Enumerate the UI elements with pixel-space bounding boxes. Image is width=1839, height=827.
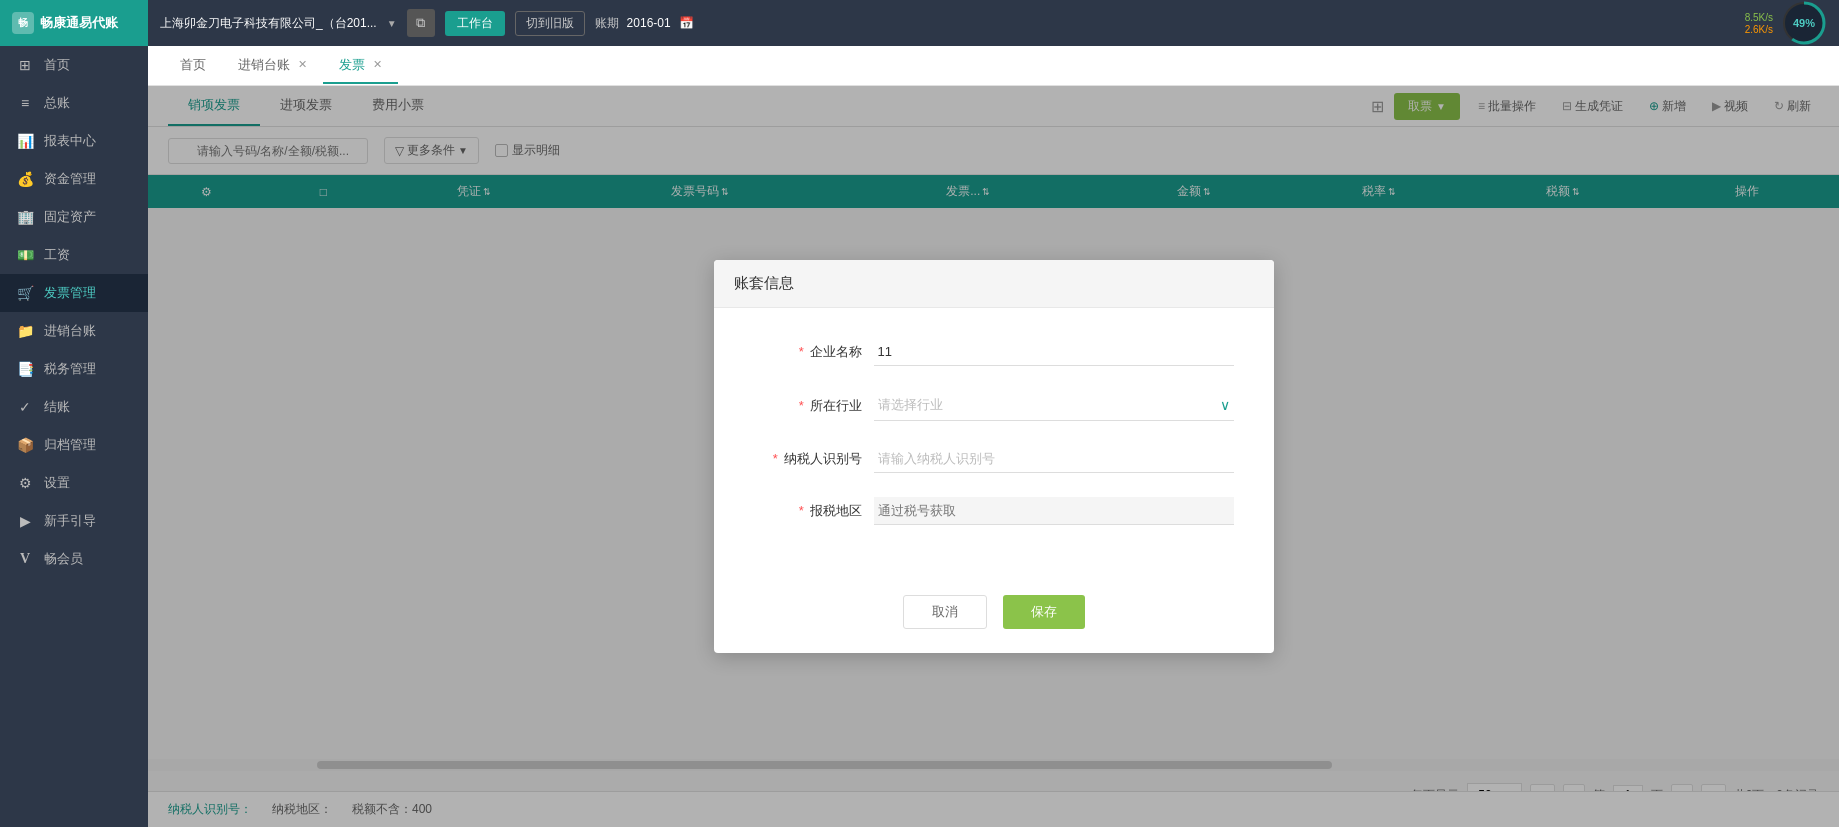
required-star-3: * bbox=[773, 451, 778, 466]
dropdown-arrow-icon[interactable]: ▼ bbox=[387, 18, 397, 29]
topbar-right: 8.5K/s 2.6K/s 49% bbox=[1745, 0, 1827, 46]
required-star-4: * bbox=[799, 503, 804, 518]
sidebar-item-home[interactable]: ⊞ 首页 bbox=[0, 46, 148, 84]
sidebar-item-label: 工资 bbox=[44, 246, 70, 264]
sidebar-item-invoices[interactable]: 🛒 发票管理 bbox=[0, 274, 148, 312]
tab-home[interactable]: 首页 bbox=[164, 48, 222, 84]
invoice-mgmt-icon: 🛒 bbox=[16, 284, 34, 302]
sidebar-item-label: 固定资产 bbox=[44, 208, 96, 226]
company-name-row: * 企业名称 bbox=[754, 338, 1234, 366]
main-area: 上海卯金刀电子科技有限公司_（台201... ▼ ⧉ 工作台 切到旧版 账期 2… bbox=[148, 0, 1839, 827]
tax-id-label: * 纳税人识别号 bbox=[754, 450, 874, 468]
assets-icon: 🏢 bbox=[16, 208, 34, 226]
speed-display: 8.5K/s 2.6K/s bbox=[1745, 12, 1773, 35]
save-button[interactable]: 保存 bbox=[1003, 595, 1085, 629]
speed-circle-widget: 49% bbox=[1781, 0, 1827, 46]
reports-icon: 📊 bbox=[16, 132, 34, 150]
app-logo: 畅 畅康通易代账 bbox=[0, 0, 148, 46]
sidebar-item-label: 首页 bbox=[44, 56, 70, 74]
industry-select-placeholder: 请选择行业 bbox=[878, 396, 1220, 414]
required-star: * bbox=[799, 344, 804, 359]
sidebar-item-reports[interactable]: 📊 报表中心 bbox=[0, 122, 148, 160]
sidebar-item-tax[interactable]: 📑 税务管理 bbox=[0, 350, 148, 388]
sidebar-item-guide[interactable]: ▶ 新手引导 bbox=[0, 502, 148, 540]
company-name: 上海卯金刀电子科技有限公司_（台201... bbox=[160, 15, 377, 32]
archive-icon: 📦 bbox=[16, 436, 34, 454]
sidebar-item-label: 结账 bbox=[44, 398, 70, 416]
tax-area-input bbox=[874, 497, 1234, 525]
guide-icon: ▶ bbox=[16, 512, 34, 530]
download-speed: 2.6K/s bbox=[1745, 24, 1773, 35]
tab-invoice-label: 发票 bbox=[339, 56, 365, 74]
tax-icon: 📑 bbox=[16, 360, 34, 378]
sidebar-item-settings[interactable]: ⚙ 设置 bbox=[0, 464, 148, 502]
required-star-2: * bbox=[799, 398, 804, 413]
sidebar-item-ledger[interactable]: ≡ 总账 bbox=[0, 84, 148, 122]
sidebar-item-archive[interactable]: 📦 归档管理 bbox=[0, 426, 148, 464]
tax-id-row: * 纳税人识别号 bbox=[754, 445, 1234, 473]
upload-speed: 8.5K/s bbox=[1745, 12, 1773, 23]
sidebar-item-salary[interactable]: 💵 工资 bbox=[0, 236, 148, 274]
company-name-input[interactable] bbox=[874, 338, 1234, 366]
app-name: 畅康通易代账 bbox=[40, 14, 118, 32]
speed-percent: 49% bbox=[1793, 17, 1815, 29]
tax-area-row: * 报税地区 bbox=[754, 497, 1234, 525]
modal-overlay: 账套信息 * 企业名称 * 所在行 bbox=[148, 86, 1839, 827]
tab-purchase-sales[interactable]: 进销台账 ✕ bbox=[222, 48, 323, 84]
funds-icon: 💰 bbox=[16, 170, 34, 188]
cancel-button[interactable]: 取消 bbox=[903, 595, 987, 629]
topbar: 上海卯金刀电子科技有限公司_（台201... ▼ ⧉ 工作台 切到旧版 账期 2… bbox=[148, 0, 1839, 46]
calendar-icon[interactable]: 📅 bbox=[679, 16, 694, 30]
logo-icon: 畅 bbox=[12, 12, 34, 34]
tax-id-input[interactable] bbox=[874, 445, 1234, 473]
sidebar-item-assets[interactable]: 🏢 固定资产 bbox=[0, 198, 148, 236]
period-label: 账期 bbox=[595, 15, 619, 32]
workbench-button[interactable]: 工作台 bbox=[445, 11, 505, 36]
sidebar-item-label: 税务管理 bbox=[44, 360, 96, 378]
industry-row: * 所在行业 请选择行业 ∨ bbox=[754, 390, 1234, 421]
sidebar-item-label: 进销台账 bbox=[44, 322, 96, 340]
industry-label: * 所在行业 bbox=[754, 397, 874, 415]
modal-title-bar: 账套信息 bbox=[714, 260, 1274, 308]
sidebar-item-purchase-sales[interactable]: 📁 进销台账 bbox=[0, 312, 148, 350]
sidebar-item-label: 畅会员 bbox=[44, 550, 83, 568]
tab-invoice[interactable]: 发票 ✕ bbox=[323, 48, 398, 84]
settings-icon: ⚙ bbox=[16, 474, 34, 492]
modal-title: 账套信息 bbox=[734, 274, 794, 291]
sidebar: 畅 畅康通易代账 ⊞ 首页 ≡ 总账 📊 报表中心 💰 资金管理 🏢 固定资产 … bbox=[0, 0, 148, 827]
tax-area-label: * 报税地区 bbox=[754, 502, 874, 520]
tab-invoice-close-icon[interactable]: ✕ bbox=[373, 58, 382, 71]
home-icon: ⊞ bbox=[16, 56, 34, 74]
period-value: 2016-01 bbox=[627, 16, 671, 30]
close-accounts-icon: ✓ bbox=[16, 398, 34, 416]
tab-home-label: 首页 bbox=[180, 56, 206, 74]
salary-icon: 💵 bbox=[16, 246, 34, 264]
sidebar-item-label: 新手引导 bbox=[44, 512, 96, 530]
sidebar-item-label: 归档管理 bbox=[44, 436, 96, 454]
vip-icon: V bbox=[16, 550, 34, 568]
sidebar-item-funds[interactable]: 💰 资金管理 bbox=[0, 160, 148, 198]
industry-dropdown-icon: ∨ bbox=[1220, 397, 1230, 413]
tab-ps-close-icon[interactable]: ✕ bbox=[298, 58, 307, 71]
sidebar-item-label: 发票管理 bbox=[44, 284, 96, 302]
sidebar-item-label: 设置 bbox=[44, 474, 70, 492]
sidebar-item-vip[interactable]: V 畅会员 bbox=[0, 540, 148, 578]
nav-tabbar: 首页 进销台账 ✕ 发票 ✕ bbox=[148, 46, 1839, 86]
content-area: 销项发票 进项发票 费用小票 ⊞ 取票 ▼ ≡ 批量操作 bbox=[148, 86, 1839, 827]
account-info-modal: 账套信息 * 企业名称 * 所在行 bbox=[714, 260, 1274, 653]
copy-button[interactable]: ⧉ bbox=[407, 9, 435, 37]
industry-select[interactable]: 请选择行业 ∨ bbox=[874, 390, 1234, 421]
old-version-button[interactable]: 切到旧版 bbox=[515, 11, 585, 36]
purchase-sales-icon: 📁 bbox=[16, 322, 34, 340]
sidebar-item-label: 总账 bbox=[44, 94, 70, 112]
ledger-icon: ≡ bbox=[16, 94, 34, 112]
tab-ps-label: 进销台账 bbox=[238, 56, 290, 74]
modal-footer: 取消 保存 bbox=[714, 579, 1274, 653]
sidebar-item-close-accounts[interactable]: ✓ 结账 bbox=[0, 388, 148, 426]
sidebar-item-label: 资金管理 bbox=[44, 170, 96, 188]
period-display: 账期 2016-01 📅 bbox=[595, 15, 694, 32]
company-name-label: * 企业名称 bbox=[754, 343, 874, 361]
modal-body: * 企业名称 * 所在行业 请选择行业 ∨ bbox=[714, 308, 1274, 579]
sidebar-item-label: 报表中心 bbox=[44, 132, 96, 150]
